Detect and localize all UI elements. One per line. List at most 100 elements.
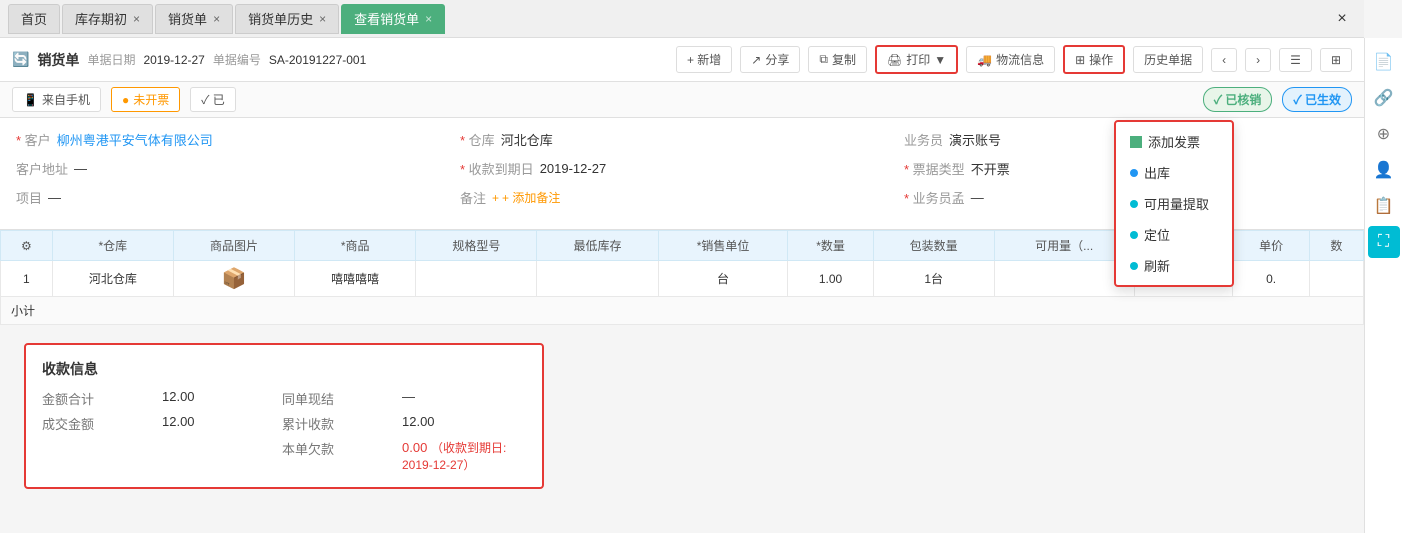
address-value: — [74,161,87,176]
logistics-button[interactable]: 🚚 物流信息 [966,46,1055,73]
staff2-label: 业务员孟 [904,188,965,207]
doc-no-value: SA-20191227-001 [269,53,366,67]
new-button[interactable]: + 新增 [676,46,732,73]
subtotal-row: 小计 [1,297,1364,325]
view-grid-button[interactable]: ⊞ [1320,48,1352,72]
col-warehouse: *仓库 [52,231,173,261]
summary-title: 收款信息 [42,359,526,379]
status-badge-cancelled: ✓ 已核销 [1203,87,1273,112]
warehouse-label: 仓库 [460,130,495,149]
dropdown-outbound[interactable]: 出库 [1116,157,1232,188]
close-tab-inventory[interactable]: × [133,12,140,26]
right-sidebar: 📄 🔗 ⊕ 👤 📋 ⛶ [1364,38,1402,533]
confirm-button[interactable]: ✓ 已 [190,87,236,112]
dropdown-locate[interactable]: 定位 [1116,219,1232,250]
tab-inventory-init[interactable]: 库存期初 × [62,4,153,34]
sidebar-circle-icon[interactable]: ⊕ [1368,118,1400,150]
history-button[interactable]: 历史单据 [1133,46,1203,73]
outbound-icon [1130,169,1138,177]
add-icon: + [492,191,499,205]
dropdown-refresh[interactable]: 刷新 [1116,250,1232,281]
customer-value[interactable]: 柳州粤港平安气体有限公司 [57,130,213,149]
doc-type-label: 销货单 [37,50,79,70]
refresh-icon [1130,262,1138,270]
close-window-button[interactable]: × [1328,5,1356,33]
customer-label: 客户 [16,130,51,149]
cell-warehouse: 河北仓库 [52,261,173,297]
ticket-value: 不开票 [971,159,1010,178]
sidebar-clipboard-icon[interactable]: 📋 [1368,190,1400,222]
sidebar-link-icon[interactable]: 🔗 [1368,82,1400,114]
not-open-ticket-button[interactable]: ● 未开票 [111,87,180,112]
print-button[interactable]: 🖨 打印 ▼ [875,45,958,74]
cell-qty: 1.00 [788,261,873,297]
actions-icon: ⊞ [1075,53,1085,67]
cell-min-stock [537,261,658,297]
nav-next-button[interactable]: › [1245,48,1271,72]
summary-wrapper: 收款信息 金额合计 12.00 同单现结 — 成交金额 12.00 累计收款 1… [0,325,1364,511]
deal-amount-value: 12.00 [162,414,282,433]
toolbar: 🔄 销货单 单据日期 2019-12-27 单据编号 SA-20191227-0… [0,38,1364,82]
balance-row: 0.00 （收款到期日: 2019-12-27） [402,439,522,473]
sidebar-doc-icon[interactable]: 📄 [1368,46,1400,78]
actions-button[interactable]: ⊞ 操作 [1063,45,1125,74]
tab-sales-order[interactable]: 销货单 × [155,4,233,34]
dropdown-add-invoice[interactable]: 添加发票 [1116,126,1232,157]
empty1 [42,439,162,473]
same-settle-label: 同单现结 [282,389,402,408]
payment-date-value: 2019-12-27 [540,161,607,176]
cell-product: 嘻嘻嘻嘻 [295,261,416,297]
tab-bar: 首页 库存期初 × 销货单 × 销货单历史 × 查看销货单 × × [0,0,1364,38]
nav-prev-button[interactable]: ‹ [1211,48,1237,72]
add-note-button[interactable]: + + 添加备注 [492,189,560,206]
note-label: 备注 [460,188,486,207]
dropdown-available-qty[interactable]: 可用量提取 [1116,188,1232,219]
status-badge-effective: ✓ 已生效 [1282,87,1352,112]
add-invoice-icon [1130,136,1142,148]
project-field: 项目 — [16,188,460,207]
close-tab-history[interactable]: × [319,12,326,26]
tab-sales-history[interactable]: 销货单历史 × [235,4,339,34]
address-field: 客户地址 — [16,159,460,178]
cell-unit: 台 [658,261,788,297]
balance-value: 0.00 [402,440,427,455]
col-min-stock: 最低库存 [537,231,658,261]
check-icon2: ✓ [1293,93,1301,107]
check-icon: ✓ [1214,93,1222,107]
cell-no: 1 [1,261,53,297]
col-unit: *销售单位 [658,231,788,261]
copy-button[interactable]: ⧉ 复制 [808,46,867,73]
summary-grid: 金额合计 12.00 同单现结 — 成交金额 12.00 累计收款 12.00 … [42,389,526,473]
share-button[interactable]: ↗ 分享 [740,46,800,73]
cell-image: 📦 [173,261,294,297]
tab-view-sales[interactable]: 查看销货单 × [341,4,445,34]
customer-field: 客户 柳州粤港平安气体有限公司 [16,130,460,149]
copy-icon: ⧉ [819,52,828,67]
action-row: 📱 来自手机 ● 未开票 ✓ 已 ✓ 已核销 ✓ 已生效 [0,82,1364,118]
close-tab-sales[interactable]: × [213,12,220,26]
cell-pack-qty: 1台 [873,261,994,297]
total-label: 金额合计 [42,389,162,408]
sidebar-expand-icon[interactable]: ⛶ [1368,226,1400,258]
col-product: *商品 [295,231,416,261]
doc-no-label: 单据编号 [213,51,261,68]
from-phone-button[interactable]: 📱 来自手机 [12,87,101,112]
sidebar-user-icon[interactable]: 👤 [1368,154,1400,186]
action-dropdown: 添加发票 出库 可用量提取 定位 刷新 [1114,120,1234,287]
staff2-value: — [971,190,984,205]
date-label: 单据日期 [87,51,135,68]
tab-home[interactable]: 首页 [8,4,60,34]
balance-label: 本单欠款 [282,439,402,473]
col-image: 商品图片 [173,231,294,261]
locate-icon [1130,231,1138,239]
project-value: — [48,190,61,205]
view-list-button[interactable]: ☰ [1279,48,1312,72]
same-settle-value: — [402,389,522,408]
cell-amount [1309,261,1363,297]
col-gear: ⚙ [1,231,53,261]
empty2 [162,439,282,473]
col-qty: *数量 [788,231,873,261]
close-tab-view-sales[interactable]: × [425,12,432,26]
col-spec: 规格型号 [416,231,537,261]
address-label: 客户地址 [16,159,68,178]
